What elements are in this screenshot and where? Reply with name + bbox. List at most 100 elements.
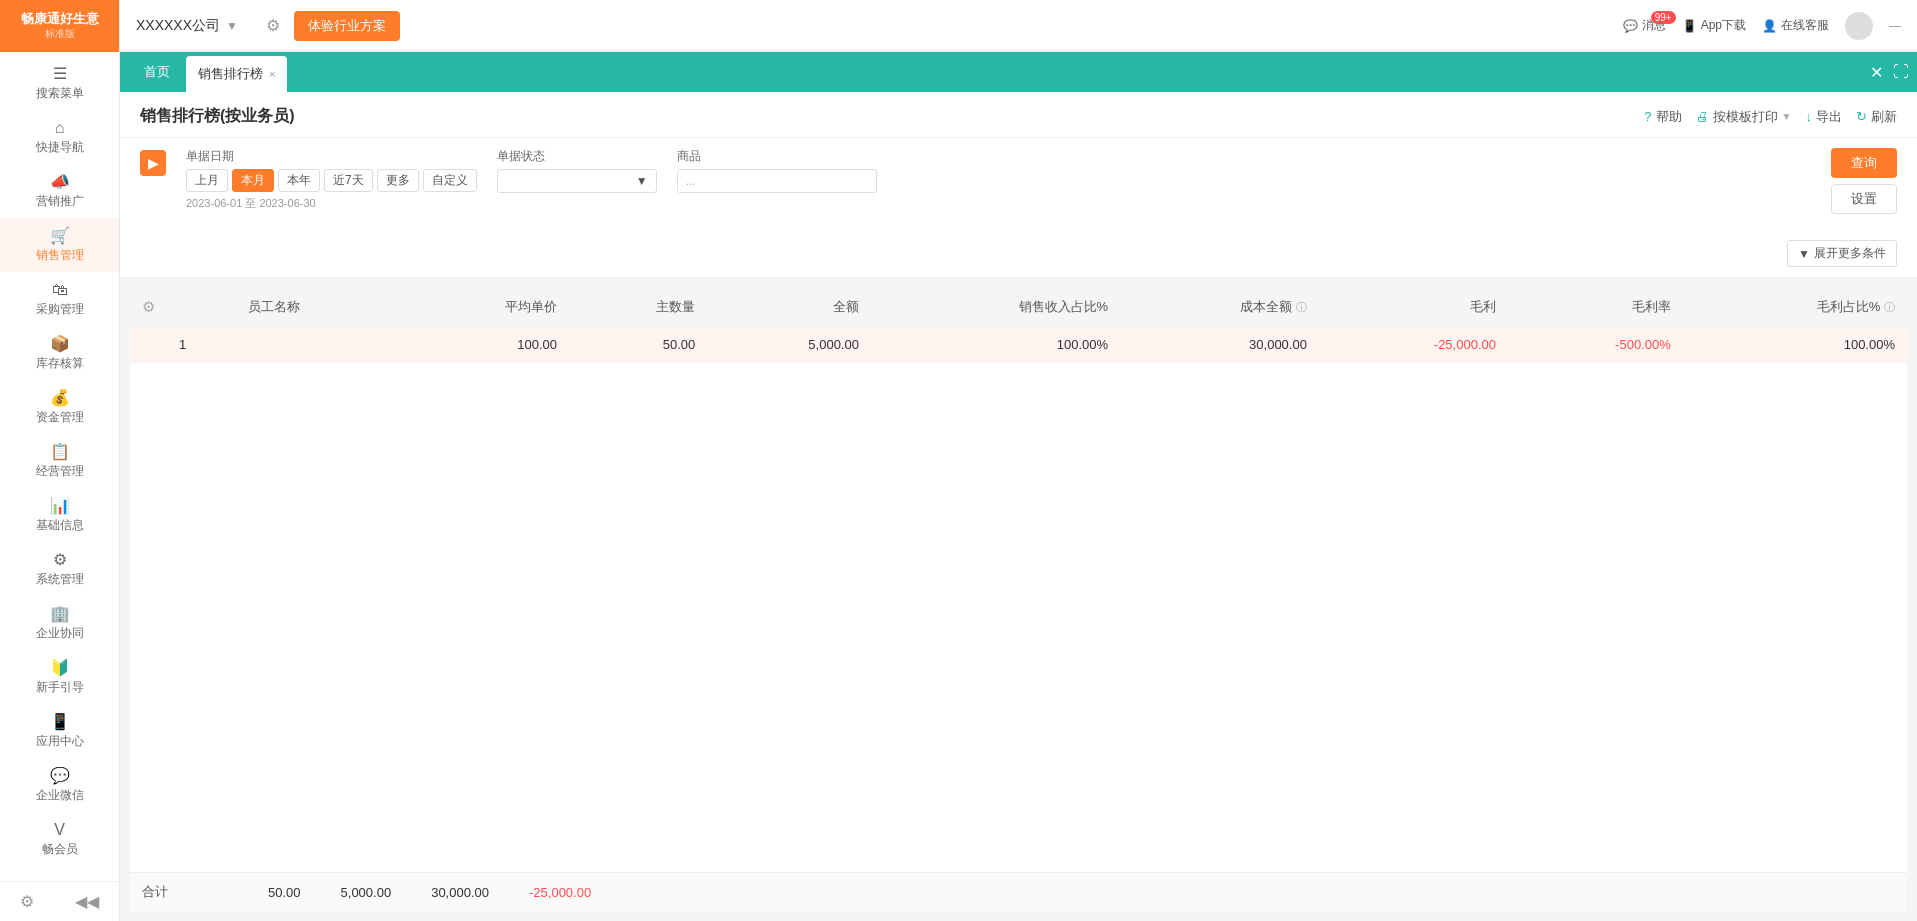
sidebar-label-purchase: 采购管理 <box>36 301 84 318</box>
main-area: XXXXXX公司 ▼ ⚙ 体验行业方案 💬 消息 99+ 📱 App下载 👤 在… <box>120 0 1917 921</box>
sidebar-item-operation[interactable]: 📋经营管理 <box>0 434 119 488</box>
system-icon: ⚙ <box>53 552 67 568</box>
sidebar-item-wechat[interactable]: 💬企业微信 <box>0 758 119 812</box>
sidebar-item-sales[interactable]: 🛒销售管理 <box>0 218 119 272</box>
app-download-icon: 📱 <box>1682 19 1697 33</box>
tab-sales-rank-label: 销售排行榜 <box>198 65 263 83</box>
row-amount: 5,000.00 <box>707 327 871 363</box>
col-avg-price: 平均单价 <box>402 288 569 327</box>
page-actions: ? 帮助 🖨 按模板打印 ▼ ↓ 导出 ↻ 刷新 <box>1644 108 1897 126</box>
date-btn-last-month[interactable]: 上月 <box>186 169 228 192</box>
settings-button[interactable]: 设置 <box>1831 184 1897 214</box>
table-body: 1 100.00 50.00 5,000.00 100.00% 30,000.0… <box>130 327 1907 363</box>
sidebar-logo: 畅康通好生意 标准版 <box>0 0 119 52</box>
filter-expand-arrow[interactable]: ▶ <box>140 150 166 176</box>
date-btn-this-month[interactable]: 本月 <box>232 169 274 192</box>
col-gross-rate: 毛利率 <box>1508 288 1683 327</box>
company-chevron-icon: ▼ <box>226 19 238 33</box>
table-footer: 合计 50.00 5,000.00 30,000.00 -25,000.00 <box>130 872 1907 911</box>
inventory-icon: 📦 <box>50 336 70 352</box>
col-settings-icon[interactable]: ⚙ <box>142 298 155 315</box>
print-label: 按模板打印 <box>1713 108 1778 126</box>
data-table: ⚙ 员工名称 平均单价 主数量 全额 销售收入占比% 成本全额 ⓘ 毛利 毛利率… <box>130 288 1907 363</box>
date-btn-7days[interactable]: 近7天 <box>324 169 373 192</box>
sidebar-item-search[interactable]: ☰搜索菜单 <box>0 56 119 110</box>
guide-icon: 🔰 <box>50 660 70 676</box>
sidebar-item-guide[interactable]: 🔰 新手引导 <box>0 650 119 704</box>
grosspct-info-icon[interactable]: ⓘ <box>1884 301 1895 313</box>
footer-qty: 50.00 <box>268 885 301 900</box>
sidebar-item-finance[interactable]: 💰资金管理 <box>0 380 119 434</box>
sidebar-label-guide: 新手引导 <box>36 679 84 696</box>
sidebar-item-system[interactable]: ⚙系统管理 <box>0 542 119 596</box>
online-service-btn[interactable]: 👤 在线客服 <box>1762 17 1829 34</box>
app-subtitle: 标准版 <box>45 27 75 41</box>
col-sales-pct: 销售收入占比% <box>871 288 1120 327</box>
sidebar-item-corp[interactable]: 🏢企业协同 <box>0 596 119 650</box>
tab-home[interactable]: 首页 <box>128 52 186 92</box>
sidebar: 畅康通好生意 标准版 ☰搜索菜单⌂快捷导航 📣 营销推广 🛒销售管理 🛍 采购管理 📦 库存核… <box>0 0 120 921</box>
tab-close-icon[interactable]: × <box>269 68 275 80</box>
tab-close-window-icon[interactable]: ✕ <box>1870 63 1883 82</box>
filter-goods-input[interactable]: ... <box>677 169 877 193</box>
export-label: 导出 <box>1816 108 1842 126</box>
message-badge: 99+ <box>1651 11 1676 24</box>
sidebar-item-purchase[interactable]: 🛍 采购管理 <box>0 272 119 326</box>
sales-icon: 🛒 <box>50 228 70 244</box>
sidebar-item-shortcut[interactable]: ⌂快捷导航 <box>0 110 119 164</box>
export-btn[interactable]: ↓ 导出 <box>1806 108 1843 126</box>
sidebar-label-inventory: 库存核算 <box>36 355 84 372</box>
sidebar-label-marketing: 营销推广 <box>36 193 84 210</box>
filter-status-label: 单据状态 <box>497 148 657 165</box>
topbar-settings-icon[interactable]: ⚙ <box>266 16 280 35</box>
print-chevron-icon: ▼ <box>1782 111 1792 122</box>
query-button[interactable]: 查询 <box>1831 148 1897 178</box>
sidebar-item-marketing[interactable]: 📣 营销推广 <box>0 164 119 218</box>
cost-info-icon[interactable]: ⓘ <box>1296 301 1307 313</box>
company-selector[interactable]: XXXXXX公司 ▼ <box>136 17 256 35</box>
app-download-label: App下载 <box>1701 17 1746 34</box>
date-btn-this-year[interactable]: 本年 <box>278 169 320 192</box>
sidebar-label-finance: 资金管理 <box>36 409 84 426</box>
sidebar-item-member[interactable]: V畅会员 <box>0 812 119 866</box>
help-btn[interactable]: ? 帮助 <box>1644 108 1681 126</box>
filter-status-select[interactable]: ▼ <box>497 169 657 193</box>
settings-bottom-icon[interactable]: ⚙ <box>20 892 34 911</box>
footer-gross: -25,000.00 <box>529 885 591 900</box>
export-icon: ↓ <box>1806 109 1813 124</box>
expand-more-btn[interactable]: ▼ 展开更多条件 <box>1787 240 1897 267</box>
app-title: 畅康通好生意 <box>21 11 99 28</box>
filter-bar: ▶ 单据日期 上月 本月 本年 近7天 更多 自定义 2023-06-01 至 … <box>120 138 1917 278</box>
app-download-btn[interactable]: 📱 App下载 <box>1682 17 1746 34</box>
page-title: 销售排行榜(按业务员) <box>140 106 295 127</box>
sidebar-label-shortcut: 快捷导航 <box>36 139 84 156</box>
date-btn-more[interactable]: 更多 <box>377 169 419 192</box>
marketing-icon: 📣 <box>50 174 70 190</box>
col-qty: 主数量 <box>569 288 707 327</box>
row-name <box>236 327 403 363</box>
row-qty: 50.00 <box>569 327 707 363</box>
tab-sales-rank[interactable]: 销售排行榜 × <box>186 56 287 92</box>
trial-button[interactable]: 体验行业方案 <box>294 11 400 41</box>
sidebar-label-basic: 基础信息 <box>36 517 84 534</box>
sidebar-item-basic[interactable]: 📊基础信息 <box>0 488 119 542</box>
avatar[interactable] <box>1845 12 1873 40</box>
sidebar-label-apps: 应用中心 <box>36 733 84 750</box>
refresh-btn[interactable]: ↻ 刷新 <box>1856 108 1897 126</box>
help-icon: ? <box>1644 109 1651 124</box>
sidebar-item-inventory[interactable]: 📦 库存核算 <box>0 326 119 380</box>
date-btn-custom[interactable]: 自定义 <box>423 169 477 192</box>
table-empty-space <box>130 363 1907 872</box>
print-btn[interactable]: 🖨 按模板打印 ▼ <box>1696 108 1792 126</box>
sidebar-label-member: 畅会员 <box>42 841 78 858</box>
wechat-icon: 💬 <box>50 768 70 784</box>
table-row: 1 100.00 50.00 5,000.00 100.00% 30,000.0… <box>130 327 1907 363</box>
sidebar-item-apps[interactable]: 📱应用中心 <box>0 704 119 758</box>
collapse-icon[interactable]: ◀◀ <box>75 892 99 911</box>
purchase-icon: 🛍 <box>52 282 68 298</box>
help-label: 帮助 <box>1656 108 1682 126</box>
message-btn[interactable]: 💬 消息 99+ <box>1623 17 1666 34</box>
company-name: XXXXXX公司 <box>136 17 220 35</box>
page-header: 销售排行榜(按业务员) ? 帮助 🖨 按模板打印 ▼ ↓ 导出 ↻ 刷新 <box>120 92 1917 138</box>
tab-maximize-icon[interactable]: ⛶ <box>1893 63 1909 81</box>
